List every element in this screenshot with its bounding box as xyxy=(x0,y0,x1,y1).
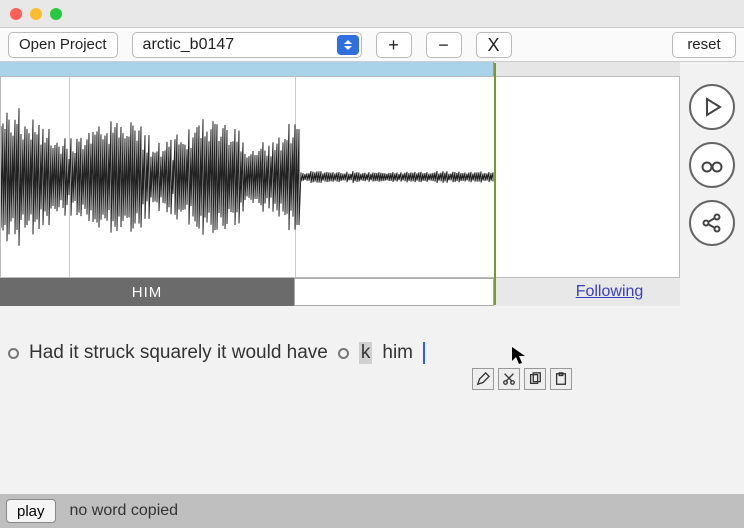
cut-button[interactable] xyxy=(498,368,520,390)
timeline-inactive-region[interactable] xyxy=(494,62,680,76)
work-area: HIM Following xyxy=(0,62,744,306)
zoom-in-button[interactable]: + xyxy=(376,32,412,58)
reset-button[interactable]: reset xyxy=(672,32,736,58)
chevron-updown-icon xyxy=(337,35,359,55)
following-link[interactable]: Following xyxy=(539,278,680,306)
segment-gap xyxy=(494,278,539,306)
window-titlebar xyxy=(0,0,744,28)
status-bar: play no word copied xyxy=(0,494,744,528)
play-button[interactable] xyxy=(689,84,735,130)
project-select-value: arctic_b0147 xyxy=(143,36,235,54)
project-select[interactable]: arctic_b0147 xyxy=(132,32,362,58)
text-caret xyxy=(423,342,425,364)
waveform-view[interactable] xyxy=(0,76,680,278)
timeline[interactable] xyxy=(0,62,680,76)
share-button[interactable] xyxy=(689,200,735,246)
side-toolbar xyxy=(680,62,744,306)
transcript-area[interactable]: Had it struck squarely it would have k h… xyxy=(0,306,744,364)
segment-empty[interactable] xyxy=(294,278,494,306)
copy-icon xyxy=(528,372,542,386)
sentence-marker-icon[interactable] xyxy=(338,348,349,359)
status-message: no word copied xyxy=(70,502,179,520)
scissors-icon xyxy=(502,372,516,386)
window-minimize-button[interactable] xyxy=(30,8,42,20)
segment-label-him[interactable]: HIM xyxy=(0,278,294,306)
view-button[interactable] xyxy=(689,142,735,188)
copy-button[interactable] xyxy=(524,368,546,390)
status-play-button[interactable]: play xyxy=(6,499,56,523)
timeline-active-region[interactable] xyxy=(0,62,494,76)
window-maximize-button[interactable] xyxy=(50,8,62,20)
zoom-out-button[interactable]: − xyxy=(426,32,462,58)
pencil-icon xyxy=(476,372,490,386)
share-icon xyxy=(700,211,724,235)
mouse-cursor-icon xyxy=(511,346,527,366)
waveform-icon xyxy=(1,77,494,277)
edit-toolbar xyxy=(472,368,572,390)
edit-button[interactable] xyxy=(472,368,494,390)
transcript-text[interactable]: Had it struck squarely it would have xyxy=(29,342,328,364)
close-button[interactable]: X xyxy=(476,32,512,58)
transcript-fragment[interactable]: him xyxy=(382,342,413,364)
open-project-button[interactable]: Open Project xyxy=(8,32,118,58)
clipboard-icon xyxy=(554,372,568,386)
window-close-button[interactable] xyxy=(10,8,22,20)
sentence-marker-icon[interactable] xyxy=(8,348,19,359)
playhead[interactable] xyxy=(494,63,496,305)
segment-track: HIM Following xyxy=(0,278,680,306)
main-toolbar: Open Project arctic_b0147 + − X reset xyxy=(0,28,744,62)
paste-button[interactable] xyxy=(550,368,572,390)
glasses-icon xyxy=(700,153,724,177)
play-icon xyxy=(700,95,724,119)
transcript-fragment[interactable]: k xyxy=(359,342,373,364)
